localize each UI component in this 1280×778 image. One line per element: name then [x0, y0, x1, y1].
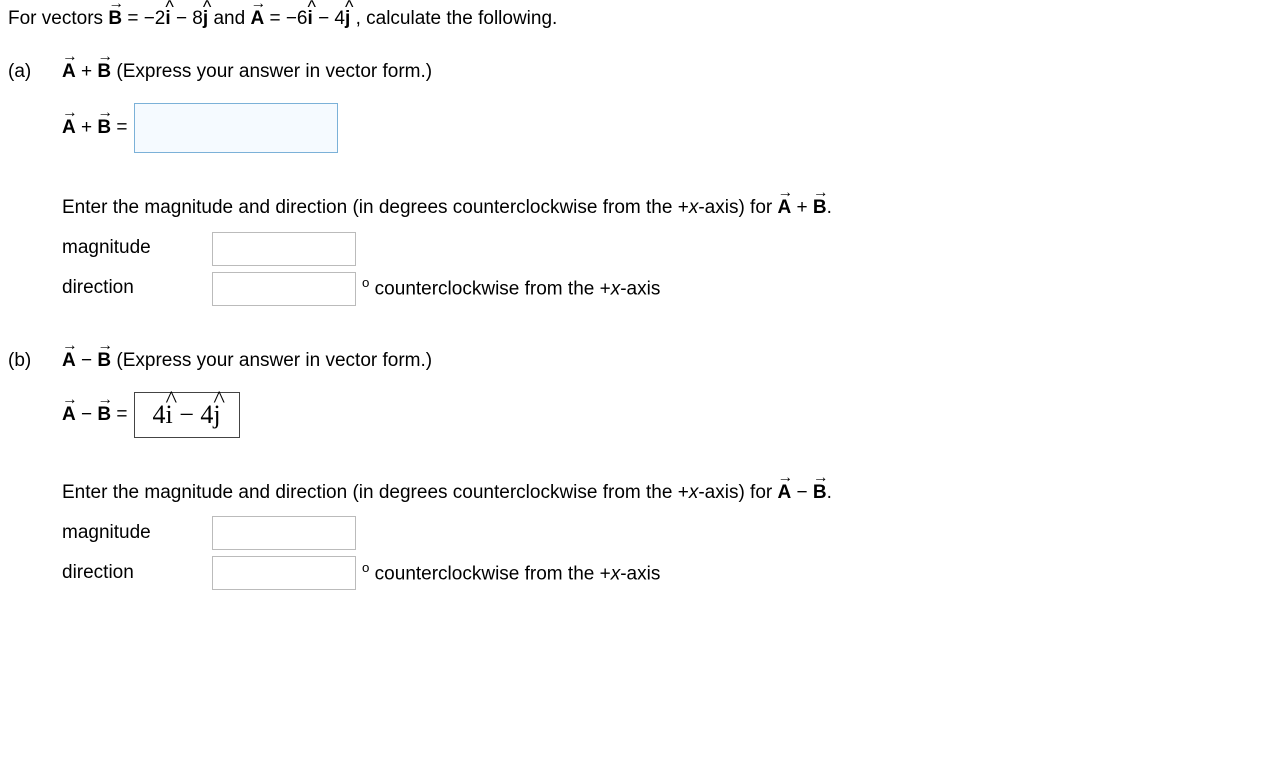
intro-text: = −2: [127, 8, 165, 29]
a-minus-b-direction-input[interactable]: [212, 556, 356, 590]
a-minus-b-magnitude-input[interactable]: [212, 516, 356, 550]
intro-text: − 4: [318, 8, 345, 29]
magnitude-label: magnitude: [62, 235, 212, 262]
unit-i: i: [165, 6, 170, 33]
part-a: (a) A + B (Express your answer in vector…: [8, 59, 1280, 306]
intro-text: − 8: [176, 8, 203, 29]
part-b-heading-suffix: (Express your answer in vector form.): [111, 350, 432, 371]
unit-j: j: [213, 399, 220, 430]
direction-label: direction: [62, 560, 212, 587]
direction-unit: -axis: [620, 279, 660, 300]
unit-i: i: [308, 6, 313, 33]
magnitude-label: magnitude: [62, 520, 212, 547]
vector-B: B: [813, 195, 827, 222]
part-b-instruction: Enter the magnitude and direction (in de…: [62, 482, 689, 503]
vector-B: B: [108, 6, 122, 33]
part-a-label: (a): [8, 59, 62, 86]
a-minus-b-vector-answer: 4i − 4j: [134, 392, 240, 437]
direction-label: direction: [62, 275, 212, 302]
unit-j: j: [203, 6, 208, 33]
vector-A: A: [62, 402, 76, 429]
direction-unit: counterclockwise from the +: [369, 563, 610, 584]
vector-B: B: [97, 59, 111, 86]
vector-B: B: [813, 480, 827, 507]
part-a-instruction: Enter the magnitude and direction (in de…: [62, 197, 689, 218]
vector-A: A: [778, 480, 792, 507]
a-plus-b-direction-input[interactable]: [212, 272, 356, 306]
unit-i: i: [166, 399, 173, 430]
intro-text: For vectors: [8, 8, 108, 29]
direction-unit: counterclockwise from the +: [369, 279, 610, 300]
vector-B: B: [97, 348, 111, 375]
vector-A: A: [62, 115, 76, 142]
x-axis-x: x: [689, 482, 699, 503]
part-b: (b) A − B (Express your answer in vector…: [8, 348, 1280, 590]
vector-B: B: [97, 402, 111, 429]
eq-sign: =: [111, 117, 127, 138]
part-b-instruction: -axis) for: [698, 482, 777, 503]
vector-A: A: [62, 59, 76, 86]
intro-text: , calculate the following.: [356, 8, 558, 29]
a-plus-b-vector-input[interactable]: [134, 103, 338, 153]
vector-B: B: [97, 115, 111, 142]
vector-A: A: [778, 195, 792, 222]
x-axis-x: x: [689, 197, 699, 218]
x-axis-x: x: [611, 563, 621, 584]
direction-unit: -axis: [620, 563, 660, 584]
eq-sign: =: [111, 404, 127, 425]
part-a-instruction: -axis) for: [698, 197, 777, 218]
part-b-label: (b): [8, 348, 62, 375]
problem-intro: For vectors B = −2i − 8j and A = −6i − 4…: [8, 6, 1280, 33]
a-plus-b-magnitude-input[interactable]: [212, 232, 356, 266]
part-a-heading-suffix: (Express your answer in vector form.): [111, 61, 432, 82]
vector-A: A: [62, 348, 76, 375]
unit-j: j: [345, 6, 350, 33]
intro-text: and: [213, 8, 250, 29]
x-axis-x: x: [611, 279, 621, 300]
vector-A: A: [250, 6, 264, 33]
intro-text: = −6: [269, 8, 307, 29]
